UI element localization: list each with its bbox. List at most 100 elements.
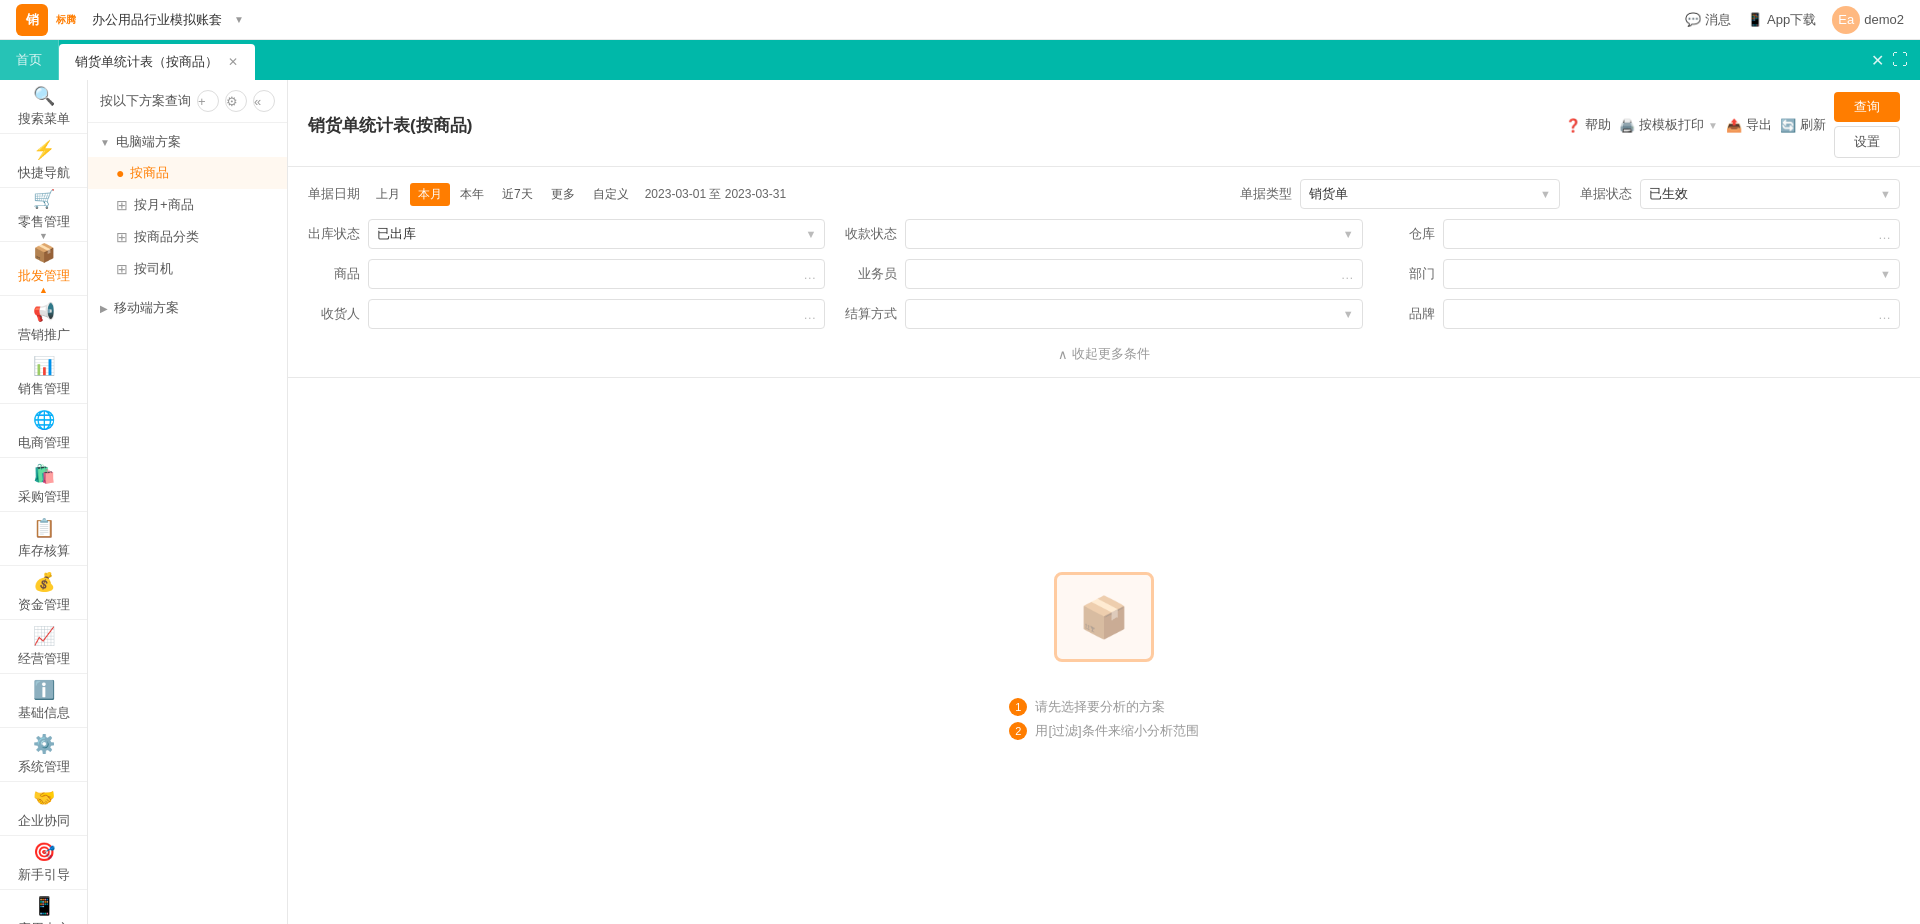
- sidebar-item-retail-label: 零售管理: [18, 213, 70, 231]
- scheme-item-by-machine[interactable]: ⊞ 按司机: [88, 253, 287, 285]
- doc-status-control[interactable]: 已生效 ▼: [1640, 179, 1900, 209]
- date-tab-7days[interactable]: 近7天: [494, 183, 541, 206]
- main-layout: 🔍 搜索菜单 ⚡ 快捷导航 🛒 零售管理 ▼ 📦 批发管理 ▲ 📢 营销推广 📊…: [0, 80, 1920, 924]
- context-dropdown-icon[interactable]: ▼: [234, 14, 244, 25]
- dept-control[interactable]: ▼: [1443, 259, 1900, 289]
- filter-row-3: 商品 … 业务员 … 部门: [308, 259, 1900, 289]
- message-btn[interactable]: 💬 消息: [1685, 11, 1731, 29]
- template-print-label: 按模板打印: [1639, 116, 1704, 134]
- app-subtitle: 标腾: [56, 14, 76, 26]
- tab-close-icon[interactable]: ✕: [228, 55, 238, 69]
- query-btn[interactable]: 查询: [1834, 92, 1900, 122]
- template-print-btn[interactable]: 🖨️ 按模板打印 ▼: [1619, 116, 1718, 134]
- tab-minimize-icon[interactable]: ✕: [1871, 51, 1884, 70]
- tab-maximize-icon[interactable]: ⛶: [1892, 51, 1908, 69]
- brand-label: 品牌: [1383, 305, 1435, 323]
- sidebar-item-system[interactable]: ⚙️ 系统管理: [0, 728, 87, 782]
- sidebar-item-ecom[interactable]: 🌐 电商管理: [0, 404, 87, 458]
- scheme-group-pc-header[interactable]: ▼ 电脑端方案: [88, 127, 287, 157]
- scheme-group-pc-label: 电脑端方案: [116, 133, 181, 151]
- sidebar-item-cooperation[interactable]: 🤝 企业协同: [0, 782, 87, 836]
- sidebar-item-guide[interactable]: 🎯 新手引导: [0, 836, 87, 890]
- add-scheme-btn[interactable]: +: [197, 90, 219, 112]
- date-tab-last-month[interactable]: 上月: [368, 183, 408, 206]
- sidebar-item-retail[interactable]: 🛒 零售管理 ▼: [0, 188, 87, 242]
- refresh-btn[interactable]: 🔄 刷新: [1780, 116, 1826, 134]
- filter-row-1: 单据日期 上月 本月 本年 近7天 更多 自定义 2023-03-01 至 20…: [308, 179, 1900, 209]
- pc-group-arrow-icon: ▼: [100, 137, 110, 148]
- sales-icon: 📊: [33, 355, 55, 377]
- sidebar-item-marketing-label: 营销推广: [18, 326, 70, 344]
- page-title: 销货单统计表(按商品): [308, 114, 472, 137]
- scheme-group-mobile-header[interactable]: ▶ 移动端方案: [88, 293, 287, 323]
- scheme-item-by-month-product[interactable]: ⊞ 按月+商品: [88, 189, 287, 221]
- product-control[interactable]: …: [368, 259, 825, 289]
- sidebar-item-purchase[interactable]: 🛍️ 采购管理: [0, 458, 87, 512]
- sidebar-item-quick-nav[interactable]: ⚡ 快捷导航: [0, 134, 87, 188]
- sidebar-item-app-center[interactable]: 📱 应用中心: [0, 890, 87, 924]
- out-status-control[interactable]: 已出库 ▼: [368, 219, 825, 249]
- collapse-panel-icon: «: [254, 94, 274, 109]
- filter-row-2: 出库状态 已出库 ▼ 收款状态 ▼ 仓库: [308, 219, 1900, 249]
- consignee-dots-icon[interactable]: …: [803, 307, 816, 322]
- sidebar-item-basic-label: 基础信息: [18, 704, 70, 722]
- settings-scheme-icon: ⚙: [226, 94, 246, 109]
- print-dropdown-icon: ▼: [1708, 120, 1718, 131]
- refresh-icon: 🔄: [1780, 118, 1796, 133]
- sidebar-item-marketing[interactable]: 📢 营销推广: [0, 296, 87, 350]
- cooperation-icon: 🤝: [33, 787, 55, 809]
- date-tab-this-year[interactable]: 本年: [452, 183, 492, 206]
- payment-status-control[interactable]: ▼: [905, 219, 1362, 249]
- brand-control[interactable]: …: [1443, 299, 1900, 329]
- filter-item-date: 单据日期 上月 本月 本年 近7天 更多 自定义 2023-03-01 至 20…: [308, 183, 1220, 206]
- collapse-panel-btn[interactable]: «: [253, 90, 275, 112]
- export-btn[interactable]: 📤 导出: [1726, 116, 1772, 134]
- product-label: 商品: [308, 265, 360, 283]
- app-logo: 销: [16, 4, 48, 36]
- sidebar-item-wholesale[interactable]: 📦 批发管理 ▲: [0, 242, 87, 296]
- warehouse-dots-icon[interactable]: …: [1878, 227, 1891, 242]
- sidebar-item-finance[interactable]: 💰 资金管理: [0, 566, 87, 620]
- export-label: 导出: [1746, 116, 1772, 134]
- settlement-control[interactable]: ▼: [905, 299, 1362, 329]
- sidebar-item-purchase-label: 采购管理: [18, 488, 70, 506]
- collapse-filter-btn[interactable]: ∧ 收起更多条件: [308, 339, 1900, 365]
- sidebar-item-guide-label: 新手引导: [18, 866, 70, 884]
- sidebar-item-basic[interactable]: ℹ️ 基础信息: [0, 674, 87, 728]
- sidebar-item-sales[interactable]: 📊 销售管理: [0, 350, 87, 404]
- out-status-value: 已出库: [377, 225, 801, 243]
- sidebar-item-inventory[interactable]: 📋 库存核算: [0, 512, 87, 566]
- empty-tips: 1 请先选择要分析的方案 2 用[过滤]条件来缩小分析范围: [1009, 698, 1198, 740]
- help-btn[interactable]: ❓ 帮助: [1565, 116, 1611, 134]
- doc-type-arrow-icon: ▼: [1540, 188, 1551, 200]
- help-label: 帮助: [1585, 116, 1611, 134]
- filter-row-4: 收货人 … 结算方式 ▼ 品牌: [308, 299, 1900, 329]
- salesperson-control[interactable]: …: [905, 259, 1362, 289]
- sidebar-item-operation[interactable]: 📈 经营管理: [0, 620, 87, 674]
- sidebar-item-search-menu[interactable]: 🔍 搜索菜单: [0, 80, 87, 134]
- search-menu-icon: 🔍: [33, 85, 55, 107]
- date-range-text: 2023-03-01 至 2023-03-31: [645, 186, 786, 203]
- brand-dots-icon[interactable]: …: [1878, 307, 1891, 322]
- warehouse-control[interactable]: …: [1443, 219, 1900, 249]
- quick-nav-icon: ⚡: [33, 139, 55, 161]
- product-dots-icon[interactable]: …: [803, 267, 816, 282]
- salesperson-dots-icon[interactable]: …: [1341, 267, 1354, 282]
- app-download-label: App下载: [1767, 11, 1816, 29]
- app-download-btn[interactable]: 📱 App下载: [1747, 11, 1816, 29]
- user-menu[interactable]: Ea demo2: [1832, 6, 1904, 34]
- scheme-item-by-product[interactable]: ● 按商品: [88, 157, 287, 189]
- date-tab-custom[interactable]: 自定义: [585, 183, 637, 206]
- scheme-item-by-category[interactable]: ⊞ 按商品分类: [88, 221, 287, 253]
- finance-icon: 💰: [33, 571, 55, 593]
- settings-btn[interactable]: 设置: [1834, 126, 1900, 158]
- dept-arrow-icon: ▼: [1880, 268, 1891, 280]
- settings-scheme-btn[interactable]: ⚙: [225, 90, 247, 112]
- tab-sales-stats[interactable]: 销货单统计表（按商品） ✕: [59, 44, 255, 80]
- empty-tip-2: 2 用[过滤]条件来缩小分析范围: [1009, 722, 1198, 740]
- date-tab-more[interactable]: 更多: [543, 183, 583, 206]
- consignee-control[interactable]: …: [368, 299, 825, 329]
- doc-type-control[interactable]: 销货单 ▼: [1300, 179, 1560, 209]
- date-tab-this-month[interactable]: 本月: [410, 183, 450, 206]
- tab-home[interactable]: 首页: [0, 40, 59, 80]
